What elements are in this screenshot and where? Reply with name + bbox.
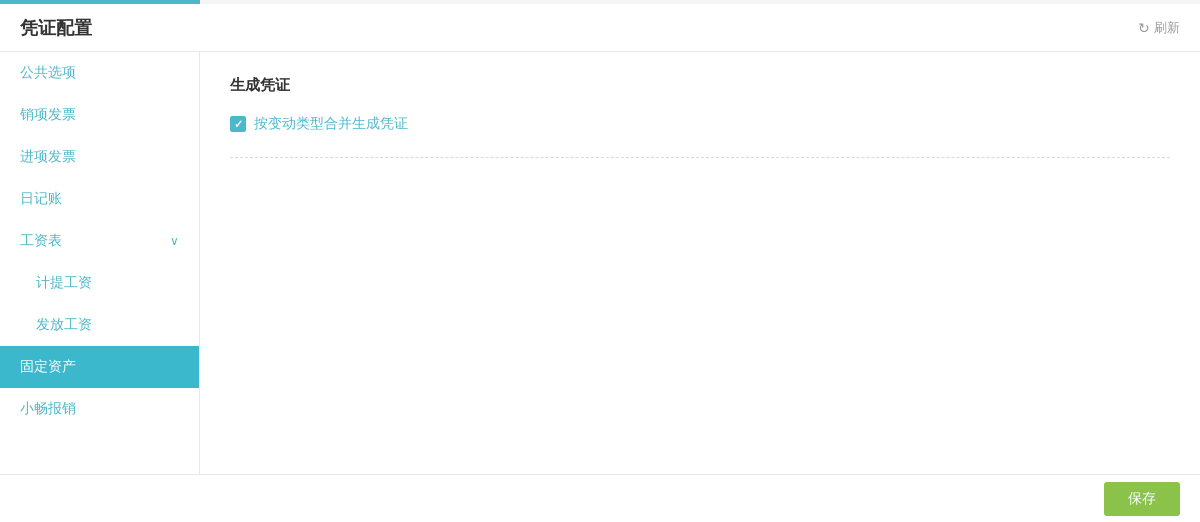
sidebar: 公共选项 销项发票 进项发票 日记账 工资表 ∨ 计提工资 发放工资 固定资产 … [0,52,200,474]
sidebar-item-sales-invoice[interactable]: 销项发票 [0,94,199,136]
sidebar-item-label: 日记账 [20,190,62,208]
sidebar-item-calc-salary[interactable]: 计提工资 [0,262,199,304]
sidebar-item-expense[interactable]: 小畅报销 [0,388,199,430]
main-container: 公共选项 销项发票 进项发票 日记账 工资表 ∨ 计提工资 发放工资 固定资产 … [0,52,1200,474]
section-divider [230,157,1170,158]
sidebar-item-label: 工资表 [20,232,62,250]
merge-checkbox[interactable]: ✓ [230,116,246,132]
refresh-icon: ↻ [1138,20,1150,36]
sidebar-item-label: 固定资产 [20,358,76,376]
sidebar-item-purchase-invoice[interactable]: 进项发票 [0,136,199,178]
refresh-button[interactable]: ↻ 刷新 [1138,19,1180,37]
page-footer: 保存 [0,474,1200,522]
save-button[interactable]: 保存 [1104,482,1180,516]
sidebar-item-label: 进项发票 [20,148,76,166]
content-area: 生成凭证 ✓ 按变动类型合并生成凭证 [200,52,1200,474]
chevron-down-icon: ∨ [170,234,179,248]
page-header: 凭证配置 ↻ 刷新 [0,4,1200,52]
sidebar-item-label: 销项发票 [20,106,76,124]
refresh-label: 刷新 [1154,19,1180,37]
sidebar-item-fixed-assets[interactable]: 固定资产 [0,346,199,388]
sidebar-item-label: 计提工资 [36,274,92,292]
sidebar-item-payroll-table[interactable]: 工资表 ∨ [0,220,199,262]
section-title: 生成凭证 [230,76,1170,95]
sidebar-item-label: 小畅报销 [20,400,76,418]
checkmark-icon: ✓ [234,118,243,131]
checkbox-label[interactable]: 按变动类型合并生成凭证 [254,115,408,133]
sidebar-item-journal[interactable]: 日记账 [0,178,199,220]
sidebar-item-label: 公共选项 [20,64,76,82]
sidebar-item-public[interactable]: 公共选项 [0,52,199,94]
checkbox-row: ✓ 按变动类型合并生成凭证 [230,115,1170,133]
sidebar-item-pay-salary[interactable]: 发放工资 [0,304,199,346]
page-title: 凭证配置 [20,16,92,40]
sidebar-item-label: 发放工资 [36,316,92,334]
